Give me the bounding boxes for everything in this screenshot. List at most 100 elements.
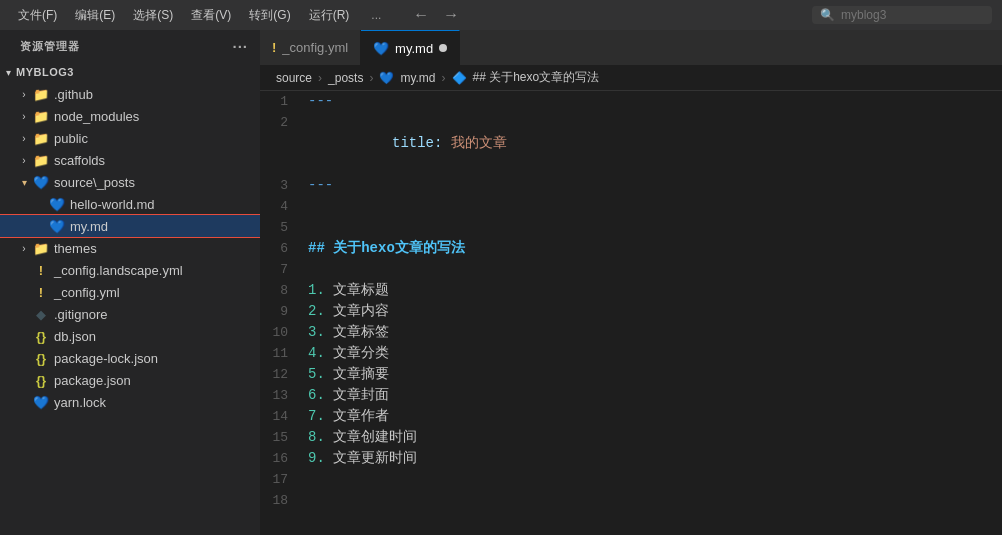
folder-arrow-icon: › — [16, 133, 32, 144]
menu-edit[interactable]: 编辑(E) — [67, 5, 123, 26]
tab-my-md-label: my.md — [395, 41, 433, 56]
tab-my-md[interactable]: 💙 my.md — [361, 30, 460, 65]
line-content-9: 2. 文章内容 — [308, 301, 1002, 322]
line-content-14: 7. 文章作者 — [308, 406, 1002, 427]
folder-icon: 📁 — [32, 241, 50, 256]
tab-my-md-icon: 💙 — [373, 41, 389, 56]
tab-unsaved-dot — [439, 44, 447, 52]
tab-config-yml[interactable]: ! _config.yml — [260, 30, 361, 65]
folder-arrow-icon: › — [16, 155, 32, 166]
sidebar-item-github[interactable]: › 📁 .github — [0, 83, 260, 105]
code-line-15: 15 8. 文章创建时间 — [260, 427, 1002, 448]
sidebar-item-package-lock[interactable]: › {} package-lock.json — [0, 347, 260, 369]
folder-icon: 📁 — [32, 109, 50, 124]
editor-area: ! _config.yml 💙 my.md source › _posts › … — [260, 30, 1002, 535]
menu-bar: 文件(F) 编辑(E) 选择(S) 查看(V) 转到(G) 运行(R) ... — [10, 5, 389, 26]
json-icon: {} — [32, 329, 50, 344]
sidebar-item-package-json[interactable]: › {} package.json — [0, 369, 260, 391]
sidebar-item-yarn-lock[interactable]: › 💙 yarn.lock — [0, 391, 260, 413]
tabs-bar: ! _config.yml 💙 my.md — [260, 30, 1002, 65]
line-num-9: 9 — [260, 301, 308, 322]
line-content-11: 4. 文章分类 — [308, 343, 1002, 364]
breadcrumb-heading-icon: 🔷 — [452, 71, 467, 85]
nav-controls: ← → — [409, 4, 463, 26]
code-line-8: 8 1. 文章标题 — [260, 280, 1002, 301]
menu-run[interactable]: 运行(R) — [301, 5, 358, 26]
menu-view[interactable]: 查看(V) — [183, 5, 239, 26]
sidebar-item-yarn-lock-label: yarn.lock — [54, 395, 106, 410]
sidebar-item-public[interactable]: › 📁 public — [0, 127, 260, 149]
line-num-15: 15 — [260, 427, 308, 448]
sidebar-header: 资源管理器 ··· — [0, 30, 260, 61]
tab-config-yml-label: _config.yml — [282, 40, 348, 55]
code-line-10: 10 3. 文章标签 — [260, 322, 1002, 343]
code-line-3: 3 --- — [260, 175, 1002, 196]
sidebar-item-public-label: public — [54, 131, 88, 146]
sidebar-item-package-lock-label: package-lock.json — [54, 351, 158, 366]
menu-more[interactable]: ... — [363, 6, 389, 24]
sidebar-item-source-posts[interactable]: ▾ 💙 source\_posts — [0, 171, 260, 193]
sidebar-tree: ▾ MYBLOG3 › 📁 .github › 📁 node_modules › — [0, 61, 260, 535]
sidebar: 资源管理器 ··· ▾ MYBLOG3 › 📁 .github › 📁 node… — [0, 30, 260, 535]
sidebar-item-config-yml[interactable]: › ! _config.yml — [0, 281, 260, 303]
search-bar[interactable]: 🔍 — [812, 6, 992, 24]
sidebar-item-my-md-label: my.md — [70, 219, 108, 234]
code-line-13: 13 6. 文章封面 — [260, 385, 1002, 406]
line-num-16: 16 — [260, 448, 308, 469]
sidebar-item-themes-label: themes — [54, 241, 97, 256]
search-input[interactable] — [841, 8, 971, 22]
sidebar-item-themes[interactable]: › 📁 themes — [0, 237, 260, 259]
breadcrumb-sep-3: › — [442, 71, 446, 85]
line-num-13: 13 — [260, 385, 308, 406]
sidebar-item-db-json[interactable]: › {} db.json — [0, 325, 260, 347]
line-num-14: 14 — [260, 406, 308, 427]
sidebar-item-hello-world[interactable]: › 💙 hello-world.md — [0, 193, 260, 215]
editor-content[interactable]: 1 --- 2 title: 我的文章 3 --- 4 5 — [260, 91, 1002, 535]
code-line-11: 11 4. 文章分类 — [260, 343, 1002, 364]
breadcrumb-posts[interactable]: _posts — [328, 71, 363, 85]
sidebar-item-node-modules[interactable]: › 📁 node_modules — [0, 105, 260, 127]
folder-icon: 📁 — [32, 87, 50, 102]
breadcrumb-mymd[interactable]: my.md — [400, 71, 435, 85]
sidebar-item-my-md[interactable]: › 💙 my.md — [0, 215, 260, 237]
breadcrumb-md-icon: 💙 — [379, 71, 394, 85]
sidebar-item-scaffolds-label: scaffolds — [54, 153, 105, 168]
breadcrumb-sep-2: › — [369, 71, 373, 85]
sidebar-item-gitignore[interactable]: › ◆ .gitignore — [0, 303, 260, 325]
line-num-18: 18 — [260, 490, 308, 511]
breadcrumb: source › _posts › 💙 my.md › 🔷 ## 关于hexo文… — [260, 65, 1002, 91]
tree-root[interactable]: ▾ MYBLOG3 — [0, 61, 260, 83]
sidebar-item-node-modules-label: node_modules — [54, 109, 139, 124]
menu-file[interactable]: 文件(F) — [10, 5, 65, 26]
breadcrumb-source[interactable]: source — [276, 71, 312, 85]
config-landscape-icon: ! — [32, 263, 50, 278]
tab-config-yml-icon: ! — [272, 40, 276, 55]
code-line-4: 4 — [260, 196, 1002, 217]
menu-select[interactable]: 选择(S) — [125, 5, 181, 26]
config-yml-icon: ! — [32, 285, 50, 300]
code-line-9: 9 2. 文章内容 — [260, 301, 1002, 322]
nav-forward-button[interactable]: → — [439, 4, 463, 26]
folder-open-arrow-icon: ▾ — [16, 177, 32, 188]
line-num-1: 1 — [260, 91, 308, 112]
sidebar-item-scaffolds[interactable]: › 📁 scaffolds — [0, 149, 260, 171]
root-label: MYBLOG3 — [16, 66, 74, 78]
menu-goto[interactable]: 转到(G) — [241, 5, 298, 26]
line-num-10: 10 — [260, 322, 308, 343]
md-icon: 💙 — [48, 197, 66, 212]
code-line-7: 7 — [260, 259, 1002, 280]
main-layout: 资源管理器 ··· ▾ MYBLOG3 › 📁 .github › 📁 node… — [0, 30, 1002, 535]
line-content-13: 6. 文章封面 — [308, 385, 1002, 406]
nav-back-button[interactable]: ← — [409, 4, 433, 26]
line-num-6: 6 — [260, 238, 308, 259]
code-line-16: 16 9. 文章更新时间 — [260, 448, 1002, 469]
sidebar-item-config-landscape[interactable]: › ! _config.landscape.yml — [0, 259, 260, 281]
line-num-4: 4 — [260, 196, 308, 217]
line-num-3: 3 — [260, 175, 308, 196]
sidebar-title: 资源管理器 — [20, 39, 80, 54]
folder-arrow-icon: › — [16, 243, 32, 254]
code-line-12: 12 5. 文章摘要 — [260, 364, 1002, 385]
breadcrumb-heading[interactable]: ## 关于hexo文章的写法 — [473, 69, 600, 86]
code-line-2: 2 title: 我的文章 — [260, 112, 1002, 175]
sidebar-options-button[interactable]: ··· — [232, 38, 248, 55]
